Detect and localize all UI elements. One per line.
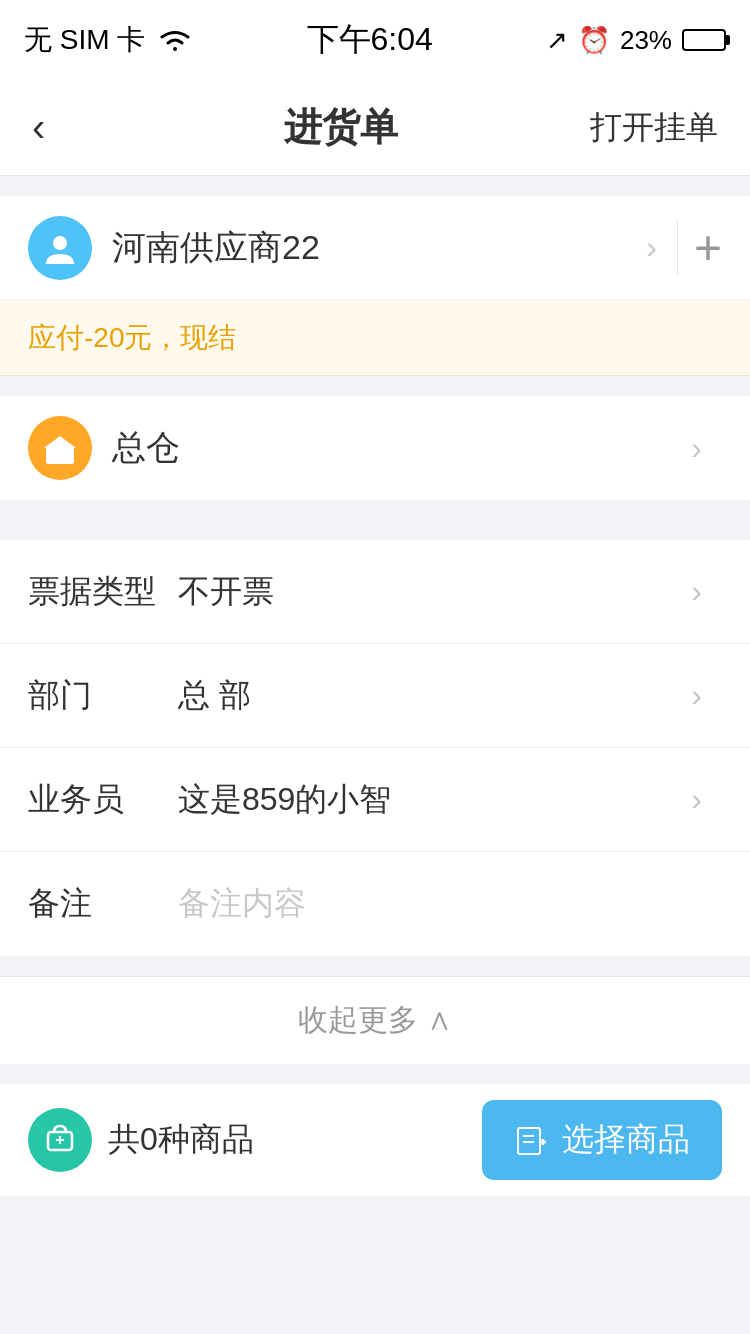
supplier-section: 河南供应商22 › + 应付-20元，现结 [0, 196, 750, 376]
salesperson-label: 业务员 [28, 778, 168, 822]
product-count-text: 共0种商品 [108, 1118, 254, 1162]
status-time: 下午6:04 [307, 18, 433, 62]
select-product-icon [514, 1122, 550, 1158]
warehouse-icon [42, 430, 78, 466]
back-button[interactable]: ‹ [32, 105, 92, 150]
open-pending-button[interactable]: 打开挂单 [590, 106, 718, 150]
invoice-type-label: 票据类型 [28, 570, 168, 614]
supplier-row[interactable]: 河南供应商22 › + [0, 196, 750, 300]
page-title: 进货单 [284, 102, 398, 153]
remark-input[interactable]: 备注内容 [168, 882, 722, 926]
add-supplier-button[interactable]: + [677, 220, 722, 275]
warehouse-section: 总仓 › [0, 396, 750, 500]
svg-marker-2 [44, 436, 76, 448]
warehouse-chevron-icon: › [691, 430, 702, 467]
salesperson-chevron-icon: › [691, 781, 702, 818]
warehouse-icon-wrap [28, 416, 92, 480]
select-product-btn-label: 选择商品 [562, 1118, 690, 1162]
invoice-type-value: 不开票 [168, 570, 691, 614]
status-bar: 无 SIM 卡 下午6:04 ↗ ⏰ 23% [0, 0, 750, 80]
section-gap-3 [0, 500, 750, 520]
supplier-name: 河南供应商22 [112, 225, 646, 271]
status-right: ↗ ⏰ 23% [546, 25, 726, 56]
department-chevron-icon: › [691, 677, 702, 714]
cart-icon [42, 1122, 78, 1158]
carrier-text: 无 SIM 卡 [24, 21, 145, 59]
location-icon: ↗ [546, 25, 568, 56]
select-product-button[interactable]: 选择商品 [482, 1100, 722, 1180]
department-row[interactable]: 部门 总 部 › [0, 644, 750, 748]
remark-label: 备注 [28, 882, 168, 926]
warehouse-row[interactable]: 总仓 › [0, 396, 750, 500]
nav-bar: ‹ 进货单 打开挂单 [0, 80, 750, 176]
invoice-type-row[interactable]: 票据类型 不开票 › [0, 540, 750, 644]
collapse-label: 收起更多 ∧ [298, 1000, 451, 1041]
svg-point-0 [53, 236, 67, 250]
status-left: 无 SIM 卡 [24, 21, 193, 59]
form-section: 票据类型 不开票 › 部门 总 部 › 业务员 这是859的小智 › 备注 备注… [0, 540, 750, 956]
department-value: 总 部 [168, 674, 691, 718]
supplier-avatar [28, 216, 92, 280]
section-gap-2 [0, 376, 750, 396]
invoice-type-chevron-icon: › [691, 573, 702, 610]
alarm-icon: ⏰ [578, 25, 610, 56]
collapse-button[interactable]: 收起更多 ∧ [0, 976, 750, 1064]
remark-row[interactable]: 备注 备注内容 [0, 852, 750, 956]
page-background [0, 1196, 750, 1334]
supplier-chevron-icon: › [646, 229, 657, 266]
product-count-wrap: 共0种商品 [28, 1108, 254, 1172]
bottom-bar: 共0种商品 选择商品 [0, 1084, 750, 1196]
salesperson-value: 这是859的小智 [168, 778, 691, 822]
svg-rect-3 [56, 454, 64, 464]
department-label: 部门 [28, 674, 168, 718]
warehouse-name: 总仓 [112, 425, 691, 471]
product-icon-wrap [28, 1108, 92, 1172]
section-gap-1 [0, 176, 750, 196]
notice-text: 应付-20元，现结 [28, 322, 236, 353]
battery-icon [682, 29, 726, 51]
salesperson-row[interactable]: 业务员 这是859的小智 › [0, 748, 750, 852]
battery-percent: 23% [620, 25, 672, 56]
person-icon [42, 230, 78, 266]
notice-banner: 应付-20元，现结 [0, 300, 750, 376]
wifi-icon [157, 27, 193, 53]
